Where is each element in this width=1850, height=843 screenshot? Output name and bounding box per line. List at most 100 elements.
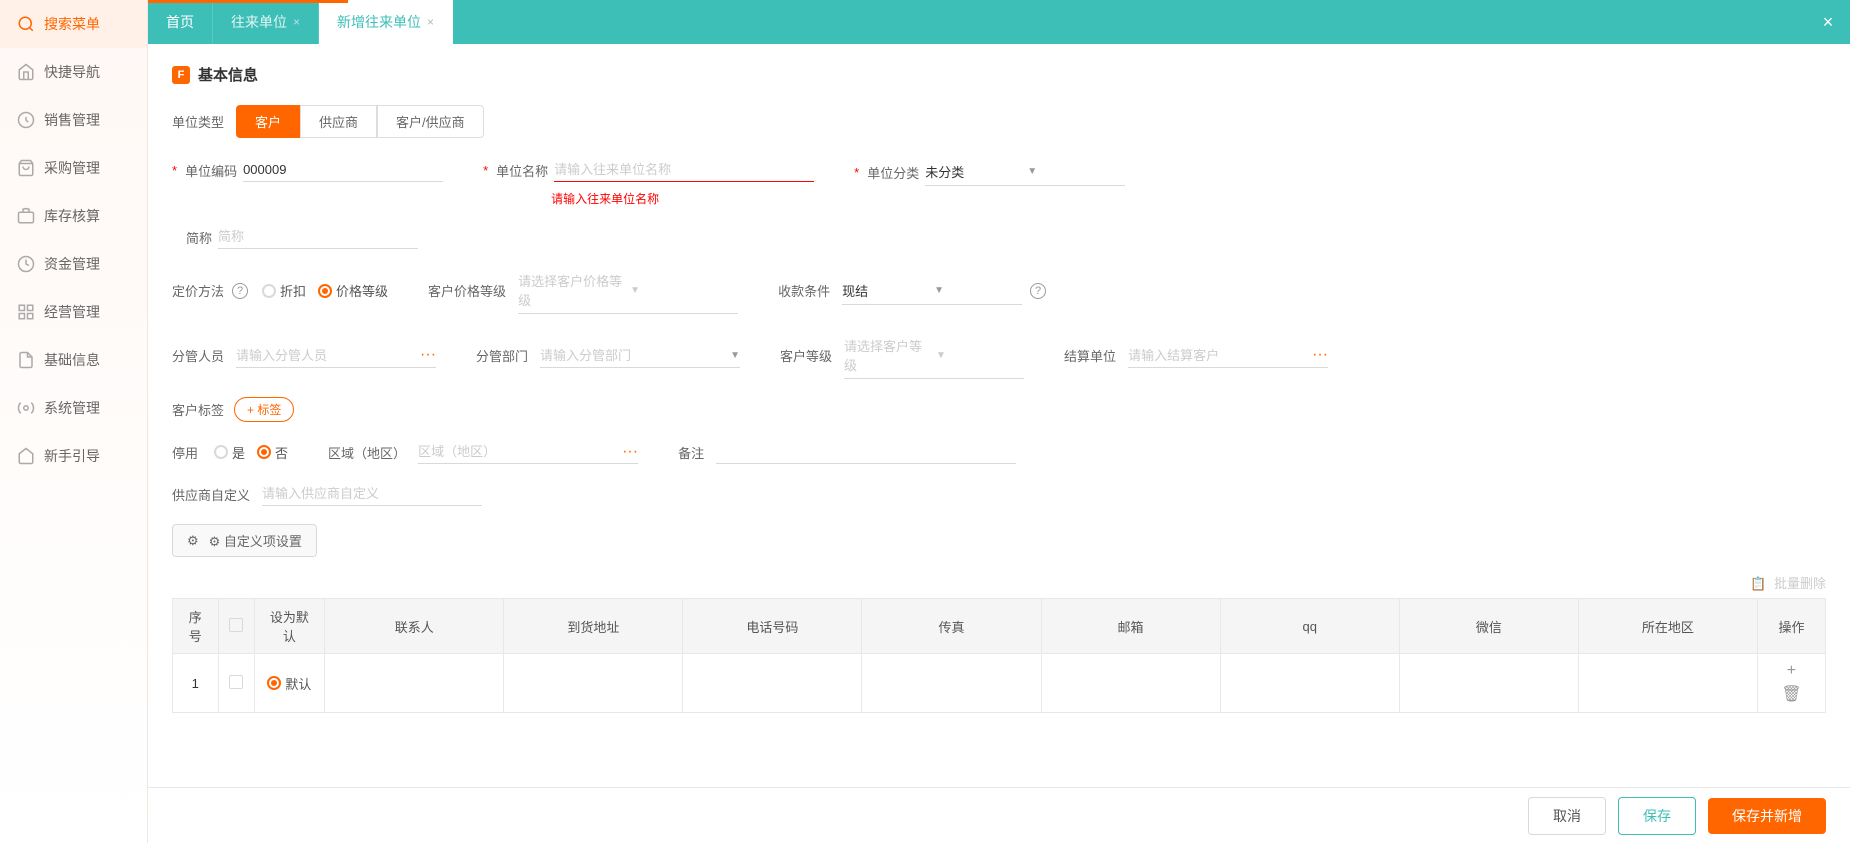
settlement-unit-field: 结算单位 ···: [1064, 344, 1328, 368]
unit-name-input[interactable]: [554, 158, 814, 182]
section-icon: F: [172, 66, 190, 84]
sidebar-item-purchase[interactable]: 采购管理: [0, 144, 147, 192]
phone-input[interactable]: [693, 676, 851, 691]
unit-btn-supplier[interactable]: 供应商: [300, 105, 377, 138]
contacts-table: 序号 设为默认 联系人 到货地址 电话号码 传真 邮箱 qq 微信 所在地区 操…: [172, 598, 1826, 713]
chevron-down-icon: ▼: [1027, 166, 1125, 177]
cell-region[interactable]: [1578, 654, 1757, 713]
chevron-down-icon: ▼: [730, 350, 740, 361]
department-label: 分管部门: [476, 346, 528, 365]
manager-more-icon[interactable]: ···: [420, 346, 436, 364]
customer-price-level-select[interactable]: 请选择客户价格等级 ▼: [518, 267, 738, 314]
sidebar-item-finance[interactable]: 资金管理: [0, 240, 147, 288]
add-tag-button[interactable]: + 标签: [234, 397, 294, 422]
fax-input[interactable]: [872, 676, 1030, 691]
department-input[interactable]: [540, 344, 730, 367]
code-name-category-row: * 单位编码 * 单位名称 请输入往来单位名称 * 单位分类 未分类 ▼: [172, 158, 1826, 207]
address-input[interactable]: [514, 676, 672, 691]
select-all-checkbox[interactable]: [229, 618, 243, 632]
customer-level-select[interactable]: 请选择客户等级 ▼: [844, 332, 1024, 379]
unit-btn-customer[interactable]: 客户: [236, 105, 300, 138]
region-label: 区域（地区）: [328, 443, 406, 462]
sidebar-item-quicknav[interactable]: 快捷导航: [0, 48, 147, 96]
radio-price-level[interactable]: 价格等级: [318, 281, 388, 300]
unit-type-group: 客户 供应商 客户/供应商: [236, 105, 484, 138]
window-close-button[interactable]: ×: [1806, 0, 1850, 44]
sidebar-item-guide[interactable]: 新手引导: [0, 432, 147, 480]
unit-code-input[interactable]: [243, 158, 443, 182]
tab-new-partner[interactable]: 新增往来单位 ×: [319, 0, 453, 44]
row-region-input[interactable]: [1589, 676, 1747, 691]
sidebar-item-inventory[interactable]: 库存核算: [0, 192, 147, 240]
qq-input[interactable]: [1231, 676, 1389, 691]
pricing-method-field: 定价方法 ? 折扣 价格等级: [172, 281, 388, 300]
cell-email[interactable]: [1041, 654, 1220, 713]
cell-phone[interactable]: [683, 654, 862, 713]
radio-no[interactable]: 否: [257, 443, 288, 462]
region-more-icon[interactable]: ···: [622, 443, 638, 461]
sidebar-item-sales[interactable]: 销售管理: [0, 96, 147, 144]
sidebar-item-operations[interactable]: 经营管理: [0, 288, 147, 336]
pricing-row: 定价方法 ? 折扣 价格等级 客户价格等级 请选择客户价格等级: [172, 267, 1826, 314]
col-region: 所在地区: [1578, 599, 1757, 654]
tab-home[interactable]: 首页: [148, 0, 213, 44]
tab-partners[interactable]: 往来单位 ×: [213, 0, 319, 44]
search-icon: [16, 14, 36, 34]
cancel-button[interactable]: 取消: [1528, 797, 1606, 835]
unit-category-select[interactable]: 未分类 ▼: [925, 158, 1125, 186]
cell-contact[interactable]: [325, 654, 504, 713]
wechat-input[interactable]: [1410, 676, 1568, 691]
remarks-label: 备注: [678, 443, 704, 462]
custom-settings-button[interactable]: ⚙ ⚙ 自定义项设置: [172, 524, 317, 557]
cell-qq[interactable]: [1220, 654, 1399, 713]
sidebar-item-label: 经营管理: [44, 302, 100, 322]
short-name-input[interactable]: [218, 225, 418, 249]
col-qq: qq: [1220, 599, 1399, 654]
manager-input[interactable]: [236, 344, 420, 367]
email-input[interactable]: [1052, 676, 1210, 691]
save-new-button[interactable]: 保存并新增: [1708, 798, 1826, 834]
department-input-wrapper: ▼: [540, 344, 740, 368]
delete-row-button[interactable]: 🗑: [1777, 682, 1805, 706]
settlement-more-icon[interactable]: ···: [1312, 346, 1328, 364]
unit-code-label: 单位编码: [185, 161, 237, 180]
batch-delete-icon: 📋: [1750, 576, 1766, 591]
payment-help-icon[interactable]: ?: [1030, 283, 1046, 299]
pricing-help-icon[interactable]: ?: [232, 283, 248, 299]
col-seq: 序号: [173, 599, 219, 654]
sidebar-item-label: 采购管理: [44, 158, 100, 178]
radio-yes[interactable]: 是: [214, 443, 245, 462]
supplier-custom-input[interactable]: [262, 482, 482, 506]
cell-address[interactable]: [504, 654, 683, 713]
sidebar-item-system[interactable]: 系统管理: [0, 384, 147, 432]
supplier-custom-field: 供应商自定义: [172, 482, 482, 506]
payment-terms-select[interactable]: 现结 ▼: [842, 277, 1022, 305]
sidebar-item-basic[interactable]: 基础信息: [0, 336, 147, 384]
radio-no-circle: [257, 445, 271, 459]
radio-discount[interactable]: 折扣: [262, 281, 306, 300]
close-tab-new-partner[interactable]: ×: [427, 15, 434, 29]
radio-price-level-label: 价格等级: [336, 281, 388, 300]
close-tab-partners[interactable]: ×: [293, 15, 300, 29]
settlement-input[interactable]: [1128, 344, 1312, 367]
sidebar-item-search[interactable]: 搜索菜单: [0, 0, 147, 48]
row-checkbox[interactable]: [229, 675, 243, 689]
save-button[interactable]: 保存: [1618, 797, 1696, 835]
unit-btn-both[interactable]: 客户/供应商: [377, 105, 484, 138]
default-radio-circle: [267, 676, 281, 690]
radio-price-level-circle: [318, 284, 332, 298]
default-radio[interactable]: 默认: [265, 674, 315, 693]
add-row-button[interactable]: +: [1783, 660, 1800, 682]
batch-delete-button[interactable]: 批量删除: [1774, 576, 1826, 591]
cell-fax[interactable]: [862, 654, 1041, 713]
unit-name-field: * 单位名称 请输入往来单位名称: [483, 158, 814, 207]
guide-icon: [16, 446, 36, 466]
region-field: 区域（地区） ···: [328, 440, 638, 464]
short-name-field: 简称: [172, 225, 418, 249]
payment-terms-field: 收款条件 现结 ▼ ?: [778, 277, 1046, 305]
contact-input[interactable]: [335, 676, 493, 691]
region-input[interactable]: [418, 440, 622, 463]
sidebar-item-label: 基础信息: [44, 350, 100, 370]
remarks-input[interactable]: [716, 440, 1016, 464]
cell-wechat[interactable]: [1399, 654, 1578, 713]
